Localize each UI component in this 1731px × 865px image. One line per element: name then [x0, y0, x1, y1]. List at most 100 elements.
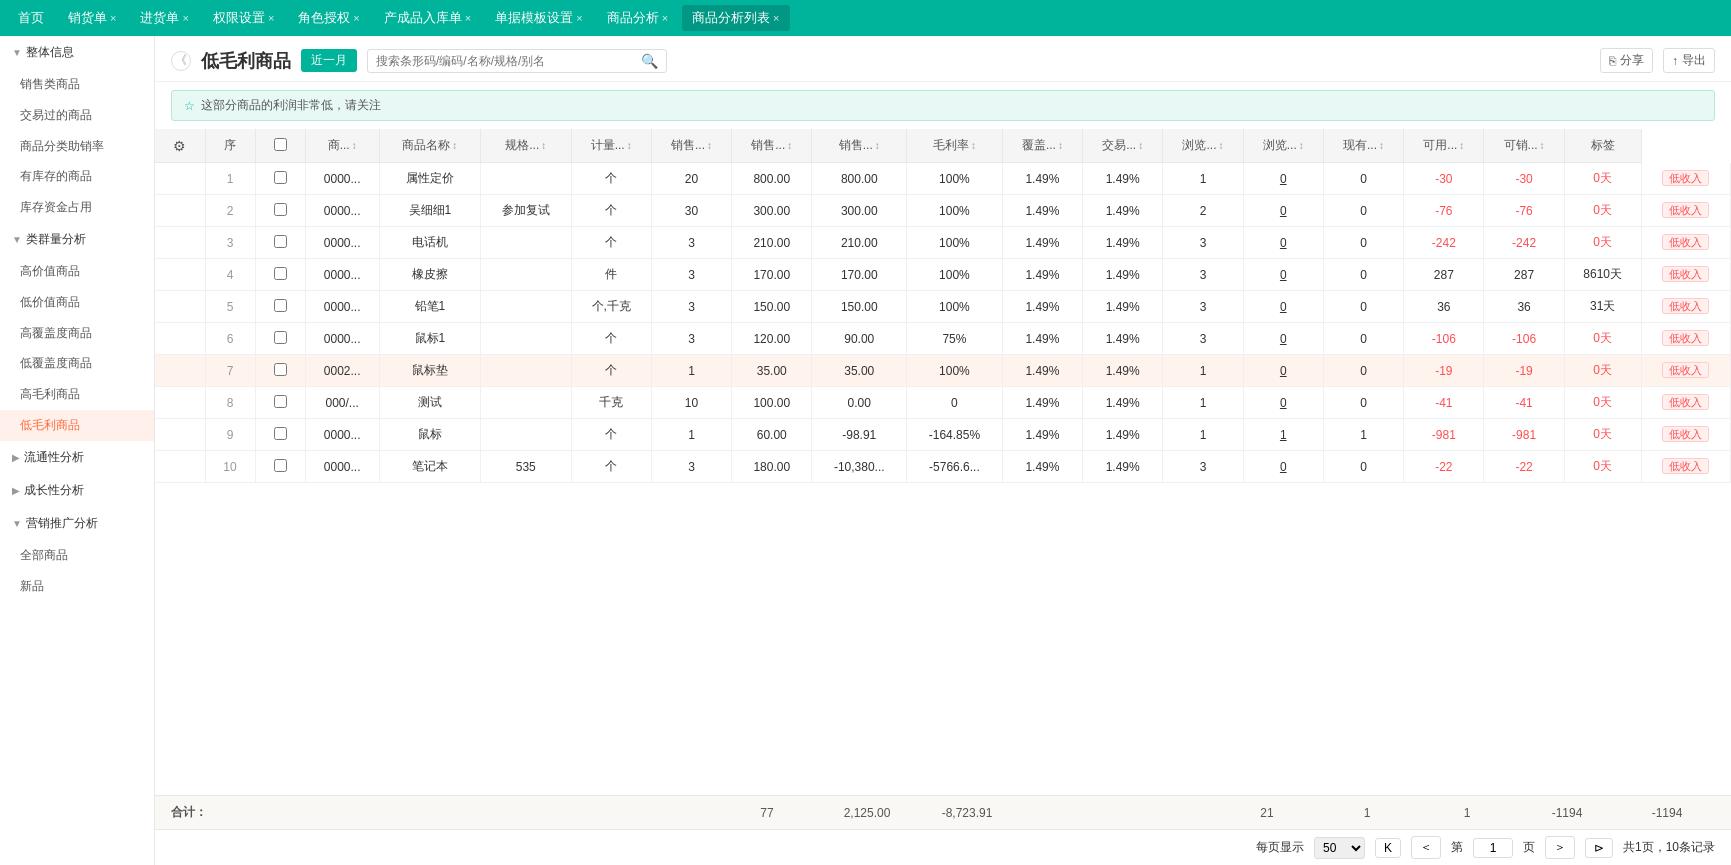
nav-template-settings[interactable]: 单据模板设置 × — [485, 5, 592, 31]
sidebar-item-stocked-goods[interactable]: 有库存的商品 — [0, 161, 154, 192]
sidebar-collapse-button[interactable]: 《 — [171, 51, 191, 71]
row-checkbox[interactable] — [274, 331, 287, 344]
th-seq[interactable]: 序 — [205, 129, 255, 163]
nav-analysis-list[interactable]: 商品分析列表 × — [682, 5, 789, 31]
th-unit[interactable]: 计量...↕ — [571, 129, 651, 163]
row-view1[interactable]: 0 — [1243, 323, 1323, 355]
row-view1[interactable]: 0 — [1243, 195, 1323, 227]
row-view1[interactable]: 0 — [1243, 291, 1323, 323]
row-checkbox[interactable] — [274, 267, 287, 280]
nav-close-finished[interactable]: × — [465, 12, 471, 24]
th-product-code[interactable]: 商...↕ — [305, 129, 379, 163]
row-view1[interactable]: 0 — [1243, 163, 1323, 195]
row-checkbox-cell[interactable] — [255, 259, 305, 291]
sidebar-item-low-coverage[interactable]: 低覆盖度商品 — [0, 348, 154, 379]
sidebar-item-new-goods[interactable]: 新品 — [0, 571, 154, 602]
row-checkbox-cell[interactable] — [255, 195, 305, 227]
th-available-stock[interactable]: 可用...↕ — [1404, 129, 1484, 163]
th-tag[interactable]: 标签 — [1564, 129, 1641, 163]
sidebar-group-marketing[interactable]: ▼ 营销推广分析 — [0, 507, 154, 540]
row-checkbox-cell[interactable] — [255, 323, 305, 355]
sidebar-item-traded-goods[interactable]: 交易过的商品 — [0, 100, 154, 131]
th-saleable-days[interactable]: 可销...↕ — [1484, 129, 1564, 163]
per-page-select[interactable]: 50 100 200 — [1314, 837, 1365, 859]
row-unit: 个 — [571, 195, 651, 227]
row-checkbox[interactable] — [274, 395, 287, 408]
sidebar-item-all-goods[interactable]: 全部商品 — [0, 540, 154, 571]
th-sale-profit[interactable]: 销售...↕ — [812, 129, 907, 163]
nav-role-auth[interactable]: 角色授权 × — [288, 5, 369, 31]
nav-purchase-order[interactable]: 进货单 × — [130, 5, 198, 31]
row-view1[interactable]: 0 — [1243, 259, 1323, 291]
row-checkbox[interactable] — [274, 427, 287, 440]
sidebar-group-flow[interactable]: ▶ 流通性分析 — [0, 441, 154, 474]
th-current-stock[interactable]: 现有...↕ — [1323, 129, 1403, 163]
nav-product-analysis[interactable]: 商品分析 × — [597, 5, 678, 31]
row-view1[interactable]: 0 — [1243, 451, 1323, 483]
date-filter-button[interactable]: 近一月 — [301, 49, 357, 72]
export-button[interactable]: ↑ 导出 — [1663, 48, 1715, 73]
nav-close-list[interactable]: × — [773, 12, 779, 24]
nav-close-role[interactable]: × — [353, 12, 359, 24]
settings-icon[interactable]: ⚙ — [173, 138, 186, 154]
sidebar-item-low-margin[interactable]: 低毛利商品 — [0, 410, 154, 441]
row-checkbox[interactable] — [274, 299, 287, 312]
nav-finished-goods[interactable]: 产成品入库单 × — [374, 5, 481, 31]
share-button[interactable]: ⎘ 分享 — [1600, 48, 1653, 73]
th-gross-rate[interactable]: 毛利率↕ — [907, 129, 1003, 163]
prev-page-btn[interactable]: ＜ — [1411, 836, 1441, 859]
sidebar-group-overview[interactable]: ▼ 整体信息 — [0, 36, 154, 69]
sidebar-item-high-coverage[interactable]: 高覆盖度商品 — [0, 318, 154, 349]
th-checkbox[interactable] — [255, 129, 305, 163]
th-trade[interactable]: 交易...↕ — [1083, 129, 1163, 163]
row-checkbox[interactable] — [274, 235, 287, 248]
sidebar-item-inventory-capital[interactable]: 库存资金占用 — [0, 192, 154, 223]
row-view1[interactable]: 0 — [1243, 227, 1323, 259]
sidebar-group-cluster[interactable]: ▼ 类群量分析 — [0, 223, 154, 256]
th-sale-qty[interactable]: 销售...↕ — [651, 129, 731, 163]
row-view1[interactable]: 1 — [1243, 419, 1323, 451]
sidebar-item-sales-goods[interactable]: 销售类商品 — [0, 69, 154, 100]
sidebar-item-high-value[interactable]: 高价值商品 — [0, 256, 154, 287]
sidebar-item-category-rate[interactable]: 商品分类助销率 — [0, 131, 154, 162]
row-checkbox-cell[interactable] — [255, 291, 305, 323]
search-input[interactable] — [376, 54, 635, 68]
row-checkbox-cell[interactable] — [255, 163, 305, 195]
row-checkbox[interactable] — [274, 459, 287, 472]
th-spec[interactable]: 规格...↕ — [480, 129, 571, 163]
row-checkbox[interactable] — [274, 203, 287, 216]
search-icon[interactable]: 🔍 — [641, 53, 658, 69]
nav-close-purchase[interactable]: × — [182, 12, 188, 24]
row-checkbox-cell[interactable] — [255, 355, 305, 387]
th-sale-amt[interactable]: 销售...↕ — [732, 129, 812, 163]
next-page-btn[interactable]: ＞ — [1545, 836, 1575, 859]
th-view2[interactable]: 浏览...↕ — [1243, 129, 1323, 163]
sidebar-group-growth[interactable]: ▶ 成长性分析 — [0, 474, 154, 507]
first-page-btn[interactable]: K — [1375, 838, 1401, 858]
nav-home[interactable]: 首页 — [8, 5, 54, 31]
row-checkbox-cell[interactable] — [255, 387, 305, 419]
nav-permissions[interactable]: 权限设置 × — [203, 5, 284, 31]
row-checkbox-cell[interactable] — [255, 451, 305, 483]
th-product-name[interactable]: 商品名称↕ — [379, 129, 480, 163]
nav-close-permissions[interactable]: × — [268, 12, 274, 24]
page-input[interactable] — [1473, 838, 1513, 858]
nav-close-analysis[interactable]: × — [662, 12, 668, 24]
last-page-btn[interactable]: ⊳ — [1585, 838, 1613, 858]
th-view1[interactable]: 浏览...↕ — [1163, 129, 1243, 163]
row-checkbox[interactable] — [274, 171, 287, 184]
row-checkbox[interactable] — [274, 363, 287, 376]
nav-sales-order[interactable]: 销货单 × — [58, 5, 126, 31]
sidebar-item-high-margin[interactable]: 高毛利商品 — [0, 379, 154, 410]
row-view1[interactable]: 0 — [1243, 387, 1323, 419]
th-coverage[interactable]: 覆盖...↕ — [1002, 129, 1082, 163]
sidebar-item-low-value[interactable]: 低价值商品 — [0, 287, 154, 318]
select-all-checkbox[interactable] — [274, 138, 287, 151]
row-checkbox-cell[interactable] — [255, 227, 305, 259]
row-checkbox-cell[interactable] — [255, 419, 305, 451]
nav-close-sales[interactable]: × — [110, 12, 116, 24]
row-trade: 1 — [1163, 419, 1243, 451]
row-view1[interactable]: 0 — [1243, 355, 1323, 387]
th-settings[interactable]: ⚙ — [155, 129, 205, 163]
nav-close-template[interactable]: × — [576, 12, 582, 24]
